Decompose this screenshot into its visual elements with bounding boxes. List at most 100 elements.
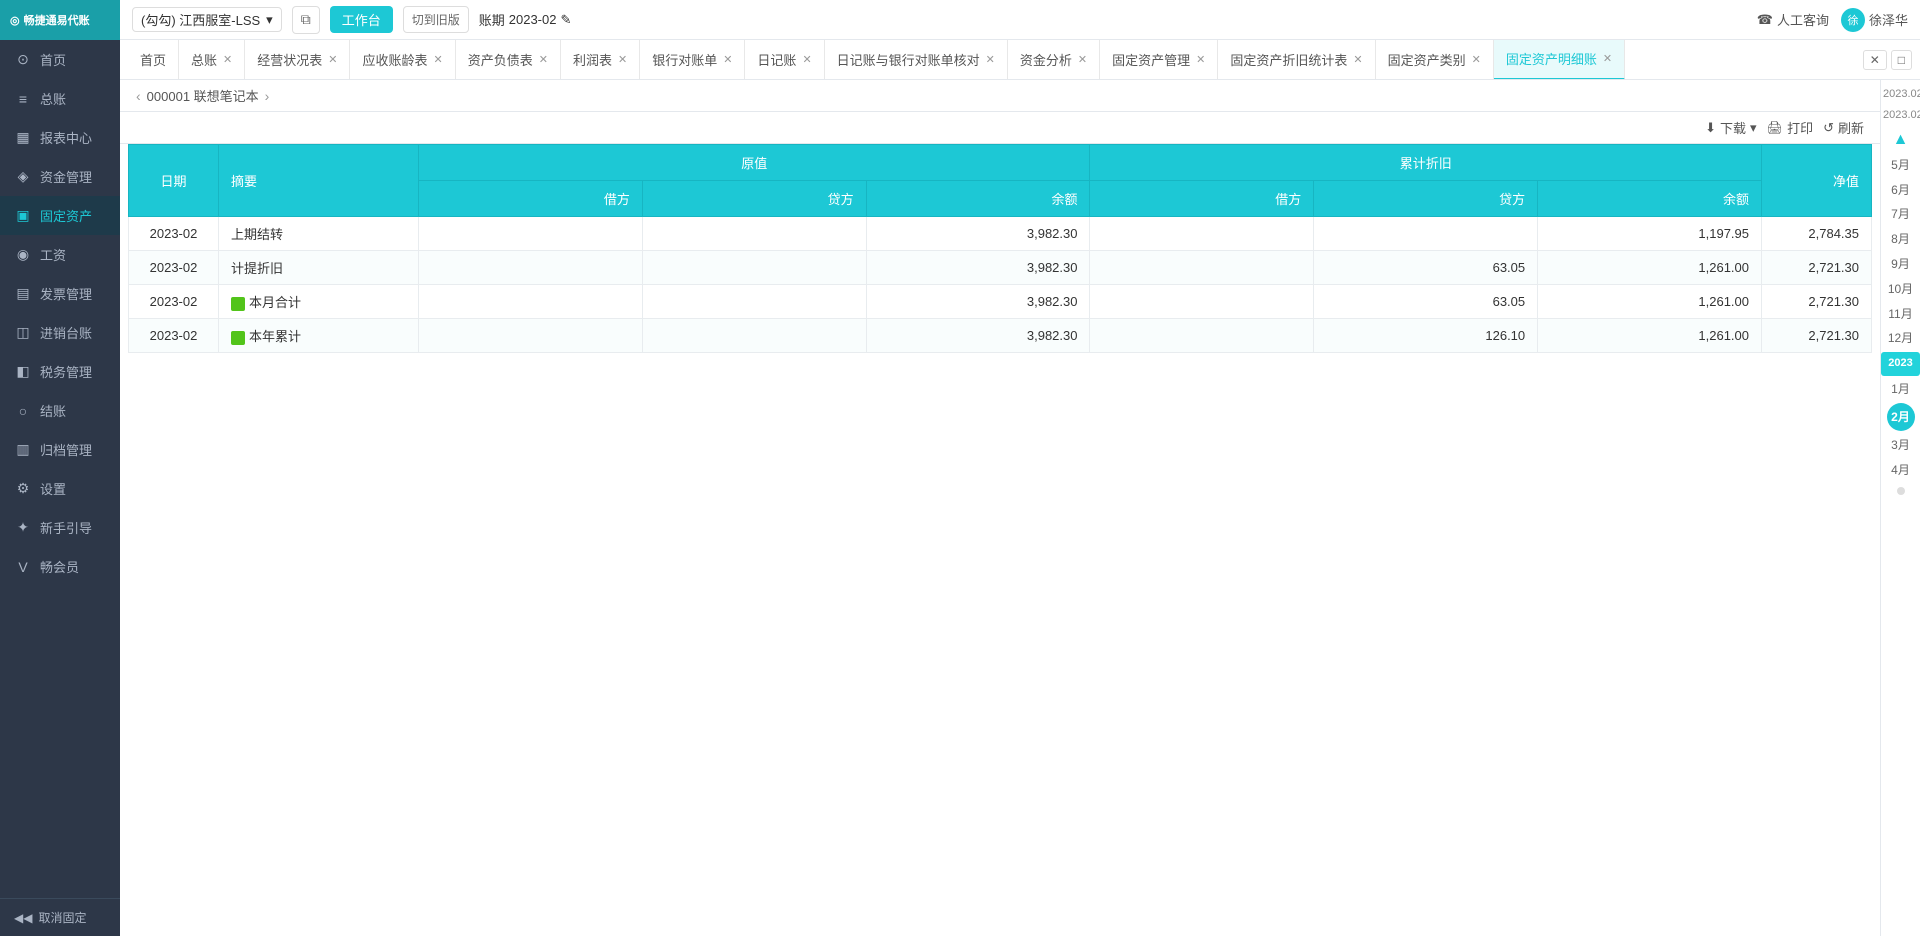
logo-icon: ◎	[10, 14, 20, 27]
tab-label: 总账	[191, 50, 217, 69]
sidebar-footer-unpin[interactable]: ◀◀ 取消固定	[0, 898, 120, 936]
tab-fixed-assets-detail[interactable]: 固定资产明细账 ✕	[1494, 40, 1625, 80]
tab-close-icon[interactable]: ✕	[434, 53, 443, 66]
period-label: 账期	[479, 10, 505, 29]
tab-fixed-assets-depreciation[interactable]: 固定资产折旧统计表 ✕	[1218, 40, 1375, 80]
sidebar-item-payroll[interactable]: ◉ 工资	[0, 235, 120, 274]
tab-receivable[interactable]: 应收账龄表 ✕	[350, 40, 455, 80]
tabbar-actions: ✕ □	[1863, 50, 1912, 70]
cell-accum-debit	[1090, 251, 1314, 285]
tab-close-icon[interactable]: ✕	[1078, 53, 1087, 66]
date-year-badge[interactable]: 2023	[1881, 352, 1920, 375]
cell-accum-credit: 126.10	[1314, 319, 1538, 353]
date-month-2-active[interactable]: 2月	[1887, 403, 1915, 431]
breadcrumb-item: 000001 联想笔记本	[147, 86, 259, 105]
cell-orig-credit	[642, 217, 866, 251]
old-version-button[interactable]: 切到旧版	[403, 6, 469, 33]
tab-close-icon[interactable]: ✕	[802, 53, 811, 66]
tab-close-icon[interactable]: ✕	[723, 53, 732, 66]
sidebar-item-tax[interactable]: ◧ 税务管理	[0, 352, 120, 391]
sidebar-item-home[interactable]: ⊙ 首页	[0, 40, 120, 79]
date-month-8[interactable]: 8月	[1881, 227, 1920, 252]
sidebar-item-sales-ledger[interactable]: ◫ 进销台账	[0, 313, 120, 352]
user-button[interactable]: 徐 徐泽华	[1841, 8, 1908, 32]
tab-maximize-button[interactable]: □	[1891, 50, 1912, 70]
breadcrumb-prev-icon[interactable]: ‹	[136, 88, 141, 104]
sidebar-item-settings[interactable]: ⚙ 设置	[0, 469, 120, 508]
col-header-accum-debit: 借方	[1090, 181, 1314, 217]
sidebar-item-reports[interactable]: ▦ 报表中心	[0, 118, 120, 157]
date-month-1[interactable]: 1月	[1881, 377, 1920, 402]
tab-ledger[interactable]: 总账 ✕	[179, 40, 245, 80]
avatar-icon: 徐	[1841, 8, 1865, 32]
download-button[interactable]: ⬇ 下载 ▾	[1705, 118, 1756, 137]
date-month-7[interactable]: 7月	[1881, 202, 1920, 227]
date-month-4[interactable]: 4月	[1881, 458, 1920, 483]
refresh-button[interactable]: ↺ 刷新	[1823, 118, 1864, 137]
tab-journal[interactable]: 日记账 ✕	[745, 40, 824, 80]
tab-assets-liabilities[interactable]: 资产负债表 ✕	[456, 40, 561, 80]
tab-journal-bank-check[interactable]: 日记账与银行对账单核对 ✕	[825, 40, 1008, 80]
fixed-assets-icon: ▣	[14, 207, 32, 224]
workbench-button[interactable]: 工作台	[330, 6, 393, 33]
cell-orig-debit	[419, 319, 643, 353]
tab-close-icon[interactable]: ✕	[328, 53, 337, 66]
date-panel-period2: 2023.02	[1881, 105, 1920, 126]
tab-label: 固定资产类别	[1388, 50, 1466, 69]
sidebar-item-archive[interactable]: ▥ 归档管理	[0, 430, 120, 469]
date-month-9[interactable]: 9月	[1881, 252, 1920, 277]
tab-close-icon[interactable]: ✕	[1353, 53, 1362, 66]
tab-close-icon[interactable]: ✕	[539, 53, 548, 66]
breadcrumb-next-icon[interactable]: ›	[265, 88, 270, 104]
tab-fixed-assets-category[interactable]: 固定资产类别 ✕	[1376, 40, 1494, 80]
topbar: (勾勾) 江西服室-LSS ▾ ⧉ 工作台 切到旧版 账期 2023-02 ✎ …	[120, 0, 1920, 40]
date-up-arrow[interactable]: ▲	[1889, 127, 1913, 153]
archive-icon: ▥	[14, 441, 32, 458]
tab-close-icon[interactable]: ✕	[1196, 53, 1205, 66]
sidebar: ◎ 畅捷通易代账 ⊙ 首页 ≡ 总账 ▦ 报表中心 ◈ 资金管理 ▣ 固定资产 …	[0, 0, 120, 936]
tab-bank-statement[interactable]: 银行对账单 ✕	[640, 40, 745, 80]
tab-close-icon[interactable]: ✕	[223, 53, 232, 66]
col-header-date: 日期	[129, 145, 219, 217]
sidebar-item-label: 归档管理	[40, 440, 92, 459]
tab-close-all-button[interactable]: ✕	[1863, 50, 1887, 70]
member-icon: V	[14, 559, 32, 575]
service-button[interactable]: ☎ 人工客询	[1757, 10, 1829, 29]
col-header-accumulated-depreciation-group: 累计折旧	[1090, 145, 1762, 181]
sidebar-item-invoice[interactable]: ▤ 发票管理	[0, 274, 120, 313]
period-edit-icon[interactable]: ✎	[560, 12, 571, 28]
asset-breadcrumb: ‹ 000001 联想笔记本 ›	[120, 80, 1880, 112]
date-month-5[interactable]: 5月	[1881, 153, 1920, 178]
sidebar-item-fund[interactable]: ◈ 资金管理	[0, 157, 120, 196]
tab-fixed-assets-mgmt[interactable]: 固定资产管理 ✕	[1100, 40, 1218, 80]
sidebar-item-label: 进销台账	[40, 323, 92, 342]
date-month-10[interactable]: 10月	[1881, 277, 1920, 302]
tab-business[interactable]: 经营状况表 ✕	[245, 40, 350, 80]
col-header-orig-balance: 余额	[866, 181, 1090, 217]
sidebar-item-guide[interactable]: ✦ 新手引导	[0, 508, 120, 547]
tab-close-icon[interactable]: ✕	[1603, 52, 1612, 65]
company-selector[interactable]: (勾勾) 江西服室-LSS ▾	[132, 7, 282, 32]
date-month-6[interactable]: 6月	[1881, 178, 1920, 203]
app-logo: ◎ 畅捷通易代账	[0, 0, 120, 40]
date-month-3[interactable]: 3月	[1881, 433, 1920, 458]
date-month-12[interactable]: 12月	[1881, 326, 1920, 351]
print-button[interactable]: 🖨 打印	[1767, 118, 1814, 137]
sidebar-item-fixed-assets[interactable]: ▣ 固定资产	[0, 196, 120, 235]
tab-close-icon[interactable]: ✕	[1472, 53, 1481, 66]
table-toolbar: ⬇ 下载 ▾ 🖨 打印 ↺ 刷新	[120, 112, 1880, 144]
date-month-11[interactable]: 11月	[1881, 302, 1920, 327]
tax-icon: ◧	[14, 363, 32, 380]
cell-date: 2023-02	[129, 285, 219, 319]
sidebar-item-member[interactable]: V 畅会员	[0, 547, 120, 586]
col-header-orig-credit: 贷方	[642, 181, 866, 217]
sidebar-item-settlement[interactable]: ○ 结账	[0, 391, 120, 430]
tab-profit[interactable]: 利润表 ✕	[561, 40, 640, 80]
dropdown-icon: ▾	[1750, 120, 1757, 136]
copy-icon-btn[interactable]: ⧉	[292, 6, 320, 34]
tab-home[interactable]: 首页	[128, 40, 179, 80]
tab-fund-analysis[interactable]: 资金分析 ✕	[1008, 40, 1100, 80]
tab-close-icon[interactable]: ✕	[986, 53, 995, 66]
tab-close-icon[interactable]: ✕	[618, 53, 627, 66]
sidebar-item-ledger[interactable]: ≡ 总账	[0, 79, 120, 118]
